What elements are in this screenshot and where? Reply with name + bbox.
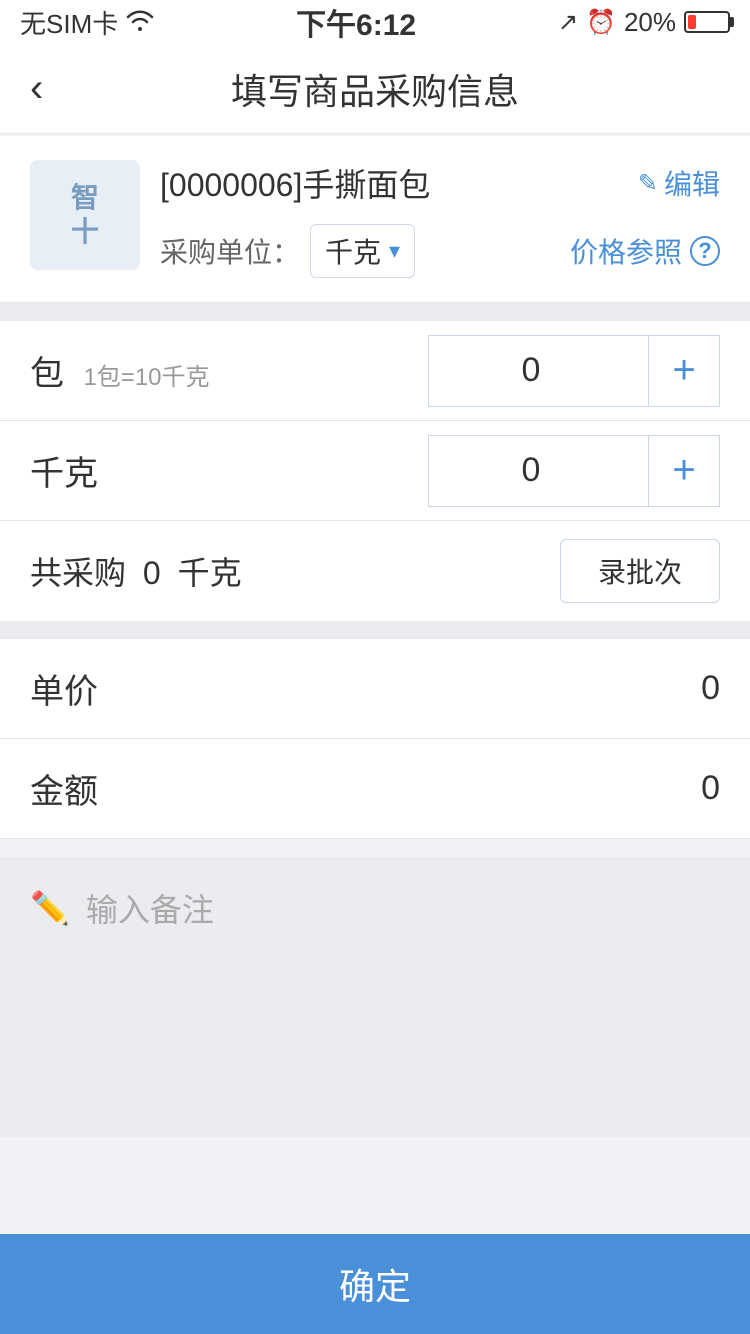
section-divider-1 (0, 303, 750, 321)
qianke-input-row: 千克 + (0, 421, 750, 521)
product-card: 智 十 [0000006]手撕面包 ✎ 编辑 采购单位： 千克 ▾ 价格参照 ? (0, 136, 750, 303)
batch-button[interactable]: 录批次 (560, 539, 720, 603)
summary-text: 共采购 0 千克 (30, 548, 242, 594)
product-logo: 智 十 (71, 181, 99, 248)
status-right: ↗ ⏰ 20% (558, 7, 730, 38)
section-divider-2 (0, 621, 750, 639)
product-unit-row: 采购单位： 千克 ▾ 价格参照 ? (160, 224, 720, 278)
battery-percent: 20% (624, 7, 676, 38)
wifi-icon (126, 7, 154, 38)
bao-sublabel: 1包=10千克 (83, 364, 209, 391)
summary-row: 共采购 0 千克 录批次 (0, 521, 750, 621)
price-ref-label: 价格参照 (570, 231, 682, 271)
input-section: 包 1包=10千克 + 千克 + (0, 321, 750, 521)
unit-price-row: 单价 0 (0, 639, 750, 739)
summary-unit: 千克 (178, 555, 242, 591)
status-bar: 无SIM卡 下午6:12 ↗ ⏰ 20% (0, 0, 750, 44)
alarm-icon: ⏰ (586, 8, 616, 37)
edit-button[interactable]: ✎ 编辑 (638, 163, 720, 203)
battery-icon (684, 11, 730, 33)
page-title: 填写商品采购信息 (231, 63, 519, 115)
price-ref-button[interactable]: 价格参照 ? (570, 231, 720, 271)
note-section[interactable]: ✏️ 输入备注 (0, 857, 750, 1137)
price-section: 单价 0 金额 0 (0, 639, 750, 839)
summary-value: 0 (143, 555, 161, 591)
edit-label: 编辑 (664, 163, 720, 203)
bao-plus-button[interactable]: + (648, 335, 720, 407)
qianke-plus-button[interactable]: + (648, 435, 720, 507)
qianke-input[interactable] (428, 435, 648, 507)
product-image: 智 十 (30, 160, 140, 270)
location-icon: ↗ (558, 8, 578, 37)
confirm-button-label: 确定 (339, 1258, 411, 1310)
back-button[interactable]: ‹ (30, 66, 43, 111)
bao-input-wrapper: + (428, 335, 720, 407)
qianke-input-wrapper: + (428, 435, 720, 507)
amount-value: 0 (701, 769, 720, 808)
product-name-row: [0000006]手撕面包 ✎ 编辑 (160, 160, 720, 206)
unit-select[interactable]: 千克 ▾ (310, 224, 415, 278)
carrier-text: 无SIM卡 (20, 4, 118, 41)
confirm-button[interactable]: 确定 (0, 1234, 750, 1334)
dropdown-arrow-icon: ▾ (389, 238, 400, 264)
price-ref-info-icon: ? (690, 236, 720, 266)
amount-label: 金额 (30, 764, 98, 813)
bao-input[interactable] (428, 335, 648, 407)
pencil-icon: ✏️ (30, 889, 70, 927)
unit-value: 千克 (325, 231, 381, 271)
bao-label-wrapper: 包 1包=10千克 (30, 346, 428, 395)
status-left: 无SIM卡 (20, 4, 154, 41)
product-info: [0000006]手撕面包 ✎ 编辑 采购单位： 千克 ▾ 价格参照 ? (160, 160, 720, 278)
unit-price-label: 单价 (30, 664, 98, 713)
summary-label: 共采购 (30, 555, 126, 591)
bao-label: 包 (30, 355, 64, 393)
bao-input-row: 包 1包=10千克 + (0, 321, 750, 421)
note-placeholder: 输入备注 (86, 885, 214, 931)
qianke-label: 千克 (30, 446, 428, 495)
unit-price-value: 0 (701, 669, 720, 708)
amount-row: 金额 0 (0, 739, 750, 839)
nav-bar: ‹ 填写商品采购信息 (0, 44, 750, 134)
edit-icon: ✎ (638, 169, 658, 198)
product-name: [0000006]手撕面包 (160, 160, 430, 206)
unit-label: 采购单位： (160, 231, 300, 271)
status-time: 下午6:12 (296, 0, 416, 44)
